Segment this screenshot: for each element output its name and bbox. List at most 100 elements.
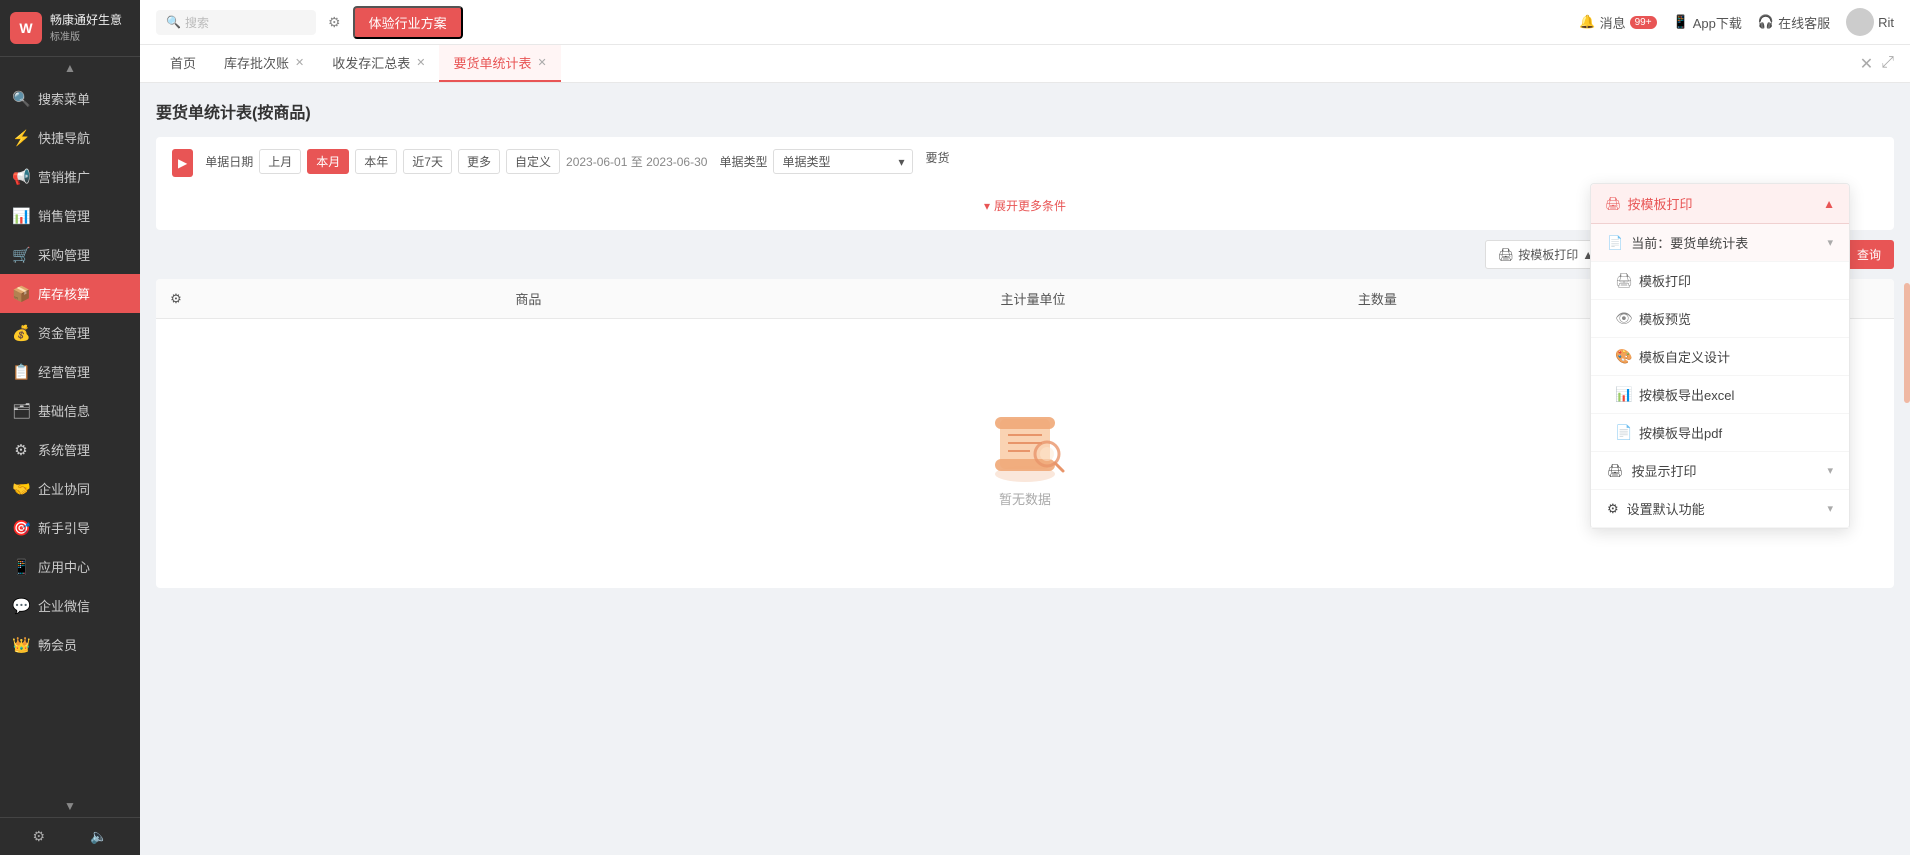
sidebar-item-sales[interactable]: 📊 销售管理 xyxy=(0,196,140,235)
main-area: 🔍 搜索 ⚙ 体验行业方案 🔔 消息 99+ 📱 App下载 🎧 在线客服 Ri… xyxy=(140,0,1910,855)
sidebar-item-member[interactable]: 👑 畅会员 xyxy=(0,625,140,664)
notifications-badge: 99+ xyxy=(1630,16,1657,29)
sidebar-item-operation[interactable]: 📋 经营管理 xyxy=(0,352,140,391)
basic-icon: 🗂 xyxy=(12,402,30,420)
sidebar-item-finance[interactable]: 💰 资金管理 xyxy=(0,313,140,352)
empty-text: 暂无数据 xyxy=(999,489,1051,508)
sound-bottom-btn[interactable]: 🔈 xyxy=(90,828,107,845)
date-range-display: 2023-06-01 至 2023-06-30 xyxy=(566,153,707,170)
sidebar-item-marketing[interactable]: 📢 营销推广 xyxy=(0,157,140,196)
sidebar-item-label: 基础信息 xyxy=(38,401,90,420)
sidebar-item-basic[interactable]: 🗂 基础信息 xyxy=(0,391,140,430)
bell-icon: 🔔 xyxy=(1579,14,1595,30)
dropdown-item-template-design-label: 模板自定义设计 xyxy=(1639,347,1730,366)
tab-receipt-summary[interactable]: 收发存汇总表 ✕ xyxy=(318,45,439,82)
sidebar-item-label: 系统管理 xyxy=(38,440,90,459)
expand-more-btn[interactable]: ▾ 展开更多条件 xyxy=(974,193,1076,218)
dropdown-item-template-design[interactable]: 🎨 模板自定义设计 xyxy=(1591,338,1849,376)
display-print-arrow-icon: ▾ xyxy=(1827,464,1833,477)
type-filter-label: 单据类型 xyxy=(719,153,767,170)
yh-filter-label: 要货 xyxy=(925,149,949,166)
current-template-icon: 📄 xyxy=(1607,235,1623,251)
right-scrollbar[interactable] xyxy=(1904,283,1910,403)
empty-illustration xyxy=(975,399,1075,489)
date-last-month-btn[interactable]: 上月 xyxy=(259,149,301,174)
guide-icon: 🎯 xyxy=(12,519,30,537)
trial-button[interactable]: 体验行业方案 xyxy=(353,6,463,39)
logo-icon: W xyxy=(10,12,42,44)
type-filter-select[interactable]: 单据类型 ▾ xyxy=(773,149,913,174)
online-service-btn[interactable]: 🎧 在线客服 xyxy=(1758,13,1830,32)
sidebar-item-enterprise[interactable]: 🤝 企业协同 xyxy=(0,469,140,508)
topbar-gear-btn[interactable]: ⚙ xyxy=(328,14,341,31)
user-avatar-btn[interactable]: Rit xyxy=(1846,8,1894,36)
settings-bottom-btn[interactable]: ⚙ xyxy=(33,828,46,845)
sidebar-item-purchase[interactable]: 🛒 采购管理 xyxy=(0,235,140,274)
sidebar-item-quick-nav[interactable]: ⚡ 快捷导航 xyxy=(0,118,140,157)
dropdown-item-template-print[interactable]: 🖨 模板打印 xyxy=(1591,262,1849,300)
sidebar-item-apps[interactable]: 📱 应用中心 xyxy=(0,547,140,586)
service-icon: 🎧 xyxy=(1758,14,1774,30)
dropdown-item-template-print-label: 模板打印 xyxy=(1639,271,1691,290)
topbar-right: 🔔 消息 99+ 📱 App下载 🎧 在线客服 Rit xyxy=(1579,8,1894,36)
sidebar-item-wechat[interactable]: 💬 企业微信 xyxy=(0,586,140,625)
close-window-btn[interactable]: ✕ xyxy=(1860,54,1873,74)
tab-order-stats[interactable]: 要货单统计表 ✕ xyxy=(439,45,560,82)
tab-order-stats-close[interactable]: ✕ xyxy=(538,56,547,69)
tab-receipt-summary-close[interactable]: ✕ xyxy=(416,56,425,69)
dropdown-header-left: 🖨 按模板打印 xyxy=(1605,194,1693,213)
print-dropdown-panel: 🖨 按模板打印 ▲ 📄 当前：要货单统计表 ▾ 🖨 模板打印 👁 模板预览 xyxy=(1590,183,1850,529)
sidebar-nav: 🔍 搜索菜单 ⚡ 快捷导航 📢 营销推广 📊 销售管理 🛒 采购管理 📦 库存核… xyxy=(0,79,140,795)
dropdown-display-print[interactable]: 🖨 按显示打印 ▾ xyxy=(1591,452,1849,490)
dropdown-header[interactable]: 🖨 按模板打印 ▲ xyxy=(1591,184,1849,224)
sales-icon: 📊 xyxy=(12,207,30,225)
sidebar-item-inventory[interactable]: 📦 库存核算 xyxy=(0,274,140,313)
expand-more-label: 展开更多条件 xyxy=(994,197,1066,214)
date-this-month-btn[interactable]: 本月 xyxy=(307,149,349,174)
logo-text-block: 畅康通好生意 标准版 xyxy=(50,13,122,44)
app-badge: 标准版 xyxy=(50,28,122,43)
date-7days-btn[interactable]: 近7天 xyxy=(403,149,452,174)
scroll-up-btn[interactable]: ▲ xyxy=(0,57,140,79)
marketing-icon: 📢 xyxy=(12,168,30,186)
scroll-down-btn[interactable]: ▼ xyxy=(0,795,140,817)
query-btn[interactable]: 查询 xyxy=(1844,240,1894,269)
dropdown-set-default[interactable]: ⚙ 设置默认功能 ▾ xyxy=(1591,490,1849,528)
print-btn[interactable]: 🖨 按模板打印 ▲ xyxy=(1485,240,1607,269)
date-custom-btn[interactable]: 自定义 xyxy=(506,149,560,174)
sidebar-item-guide[interactable]: 🎯 新手引导 xyxy=(0,508,140,547)
date-filter-group: 单据日期 上月 本月 本年 近7天 更多 自定义 2023-06-01 至 20… xyxy=(205,149,707,174)
sidebar-item-search[interactable]: 🔍 搜索菜单 xyxy=(0,79,140,118)
col-unit: 主计量单位 xyxy=(861,289,1205,308)
sidebar-item-system[interactable]: ⚙ 系统管理 xyxy=(0,430,140,469)
download-icon: 📱 xyxy=(1673,14,1689,30)
dropdown-current-item[interactable]: 📄 当前：要货单统计表 ▾ xyxy=(1591,224,1849,262)
tab-inventory-batch-close[interactable]: ✕ xyxy=(295,56,304,69)
date-this-year-btn[interactable]: 本年 xyxy=(355,149,397,174)
dropdown-title: 按模板打印 xyxy=(1628,194,1693,213)
template-print-icon: 🖨 xyxy=(1615,272,1631,289)
maximize-window-btn[interactable]: ⤢ xyxy=(1881,54,1894,74)
online-service-label: 在线客服 xyxy=(1778,13,1830,32)
col-settings[interactable]: ⚙ xyxy=(156,291,196,307)
sidebar-logo: W 畅康通好生意 标准版 xyxy=(0,0,140,57)
display-print-icon: 🖨 xyxy=(1607,463,1624,479)
dropdown-item-template-preview[interactable]: 👁 模板预览 xyxy=(1591,300,1849,338)
dropdown-item-template-pdf[interactable]: 📄 按模板导出pdf xyxy=(1591,414,1849,452)
inventory-icon: 📦 xyxy=(12,285,30,303)
sidebar-item-label: 经营管理 xyxy=(38,362,90,381)
tab-inventory-batch[interactable]: 库存批次账 ✕ xyxy=(210,45,318,82)
sidebar-item-label: 企业协同 xyxy=(38,479,90,498)
date-more-btn[interactable]: 更多 xyxy=(458,149,500,174)
tab-home[interactable]: 首页 xyxy=(156,45,210,82)
filter-expand-btn[interactable]: ▶ xyxy=(172,149,193,177)
dropdown-item-template-excel[interactable]: 📊 按模板导出excel xyxy=(1591,376,1849,414)
app-download-btn[interactable]: 📱 App下载 xyxy=(1673,13,1742,32)
tab-home-label: 首页 xyxy=(170,53,196,72)
wechat-icon: 💬 xyxy=(12,597,30,615)
notifications-btn[interactable]: 🔔 消息 99+ xyxy=(1579,13,1656,32)
tab-receipt-summary-label: 收发存汇总表 xyxy=(332,53,410,72)
topbar-search[interactable]: 🔍 搜索 xyxy=(156,10,316,35)
yh-filter-group: 要货 xyxy=(925,149,949,166)
display-print-label: 按显示打印 xyxy=(1632,461,1697,480)
